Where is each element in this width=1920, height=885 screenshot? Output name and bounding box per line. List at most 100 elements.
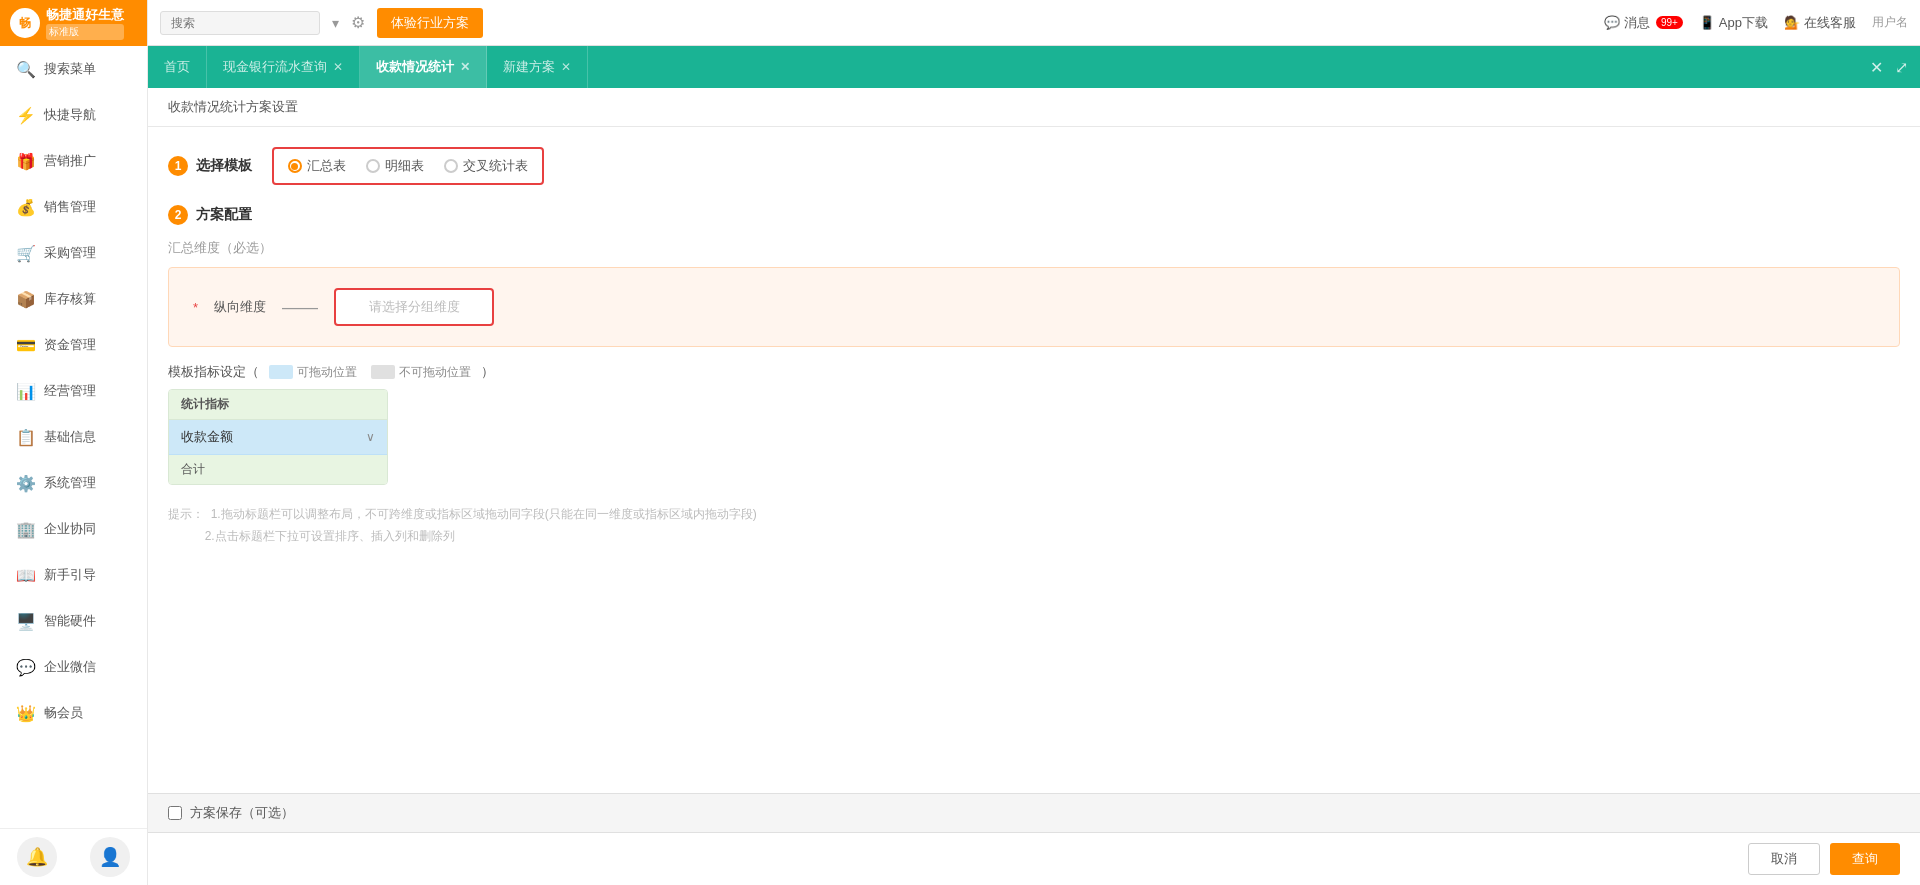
logo-icon: 畅 [10, 8, 40, 38]
step1-title: 选择模板 [196, 157, 252, 175]
step1-section: 1 选择模板 汇总表 明细表 [168, 147, 1900, 185]
sidebar-item-member[interactable]: 👑 畅会员 [0, 690, 147, 736]
page-footer: 方案保存（可选） [148, 793, 1920, 832]
step1-number: 1 [168, 156, 188, 176]
legend-nodrag: 不可拖动位置 [371, 364, 471, 381]
sidebar-footer-btn-1[interactable]: 🔔 [17, 837, 57, 877]
sidebar-item-hardware[interactable]: 🖥️ 智能硬件 [0, 598, 147, 644]
sidebar-footer-btn-2[interactable]: 👤 [90, 837, 130, 877]
sidebar-item-wechat[interactable]: 💬 企业微信 [0, 644, 147, 690]
radio-detail-label: 明细表 [385, 157, 424, 175]
logo-badge: 标准版 [46, 24, 124, 40]
sidebar-item-guide[interactable]: 📖 新手引导 [0, 552, 147, 598]
legend-drag-label: 可拖动位置 [297, 364, 357, 381]
radio-cross-circle [444, 159, 458, 173]
online-service-label: 在线客服 [1804, 14, 1856, 32]
sidebar-item-label: 资金管理 [44, 336, 96, 354]
enterprise-icon: 🏢 [16, 520, 36, 539]
sidebar-item-label: 企业微信 [44, 658, 96, 676]
online-service-icon: 💁 [1784, 15, 1800, 30]
indicator-header: 模板指标设定（ 可拖动位置 不可拖动位置 ） [168, 363, 1900, 381]
dimension-select-placeholder: 请选择分组维度 [369, 298, 460, 316]
tab-new-plan-label: 新建方案 [503, 58, 555, 76]
legend-nodrag-box [371, 365, 395, 379]
indicator-table-header: 统计指标 [169, 390, 387, 420]
sidebar-item-label: 营销推广 [44, 152, 96, 170]
sidebar-nav: 🔍 搜索菜单 ⚡ 快捷导航 🎁 营销推广 💰 销售管理 🛒 采购管理 📦 库存核… [0, 46, 147, 828]
sidebar-item-label: 畅会员 [44, 704, 83, 722]
tab-collection-stat[interactable]: 收款情况统计 ✕ [360, 46, 487, 88]
online-service-item[interactable]: 💁 在线客服 [1784, 14, 1856, 32]
indicator-table: 统计指标 收款金额 ∨ 合计 [168, 389, 388, 485]
dimension-select[interactable]: 请选择分组维度 [334, 288, 494, 326]
sidebar-item-system[interactable]: ⚙️ 系统管理 [0, 460, 147, 506]
sidebar-item-label: 销售管理 [44, 198, 96, 216]
topbar-right: 💬 消息 99+ 📱 App下载 💁 在线客服 用户名 [1604, 14, 1908, 32]
tab-bank-flow-close[interactable]: ✕ [333, 60, 343, 74]
sidebar-item-finance[interactable]: 💳 资金管理 [0, 322, 147, 368]
indicator-cell-chevron[interactable]: ∨ [366, 430, 375, 444]
dimension-required-mark: * [193, 300, 198, 315]
notification-item[interactable]: 💬 消息 99+ [1604, 14, 1683, 32]
radio-detail-circle [366, 159, 380, 173]
tab-home[interactable]: 首页 [148, 46, 207, 88]
sidebar-item-label: 系统管理 [44, 474, 96, 492]
tab-new-plan[interactable]: 新建方案 ✕ [487, 46, 588, 88]
sidebar-item-marketing[interactable]: 🎁 营销推广 [0, 138, 147, 184]
legend-drag-box [269, 365, 293, 379]
legend-nodrag-label: 不可拖动位置 [399, 364, 471, 381]
radio-summary[interactable]: 汇总表 [288, 157, 346, 175]
sidebar-item-purchase[interactable]: 🛒 采购管理 [0, 230, 147, 276]
trial-button[interactable]: 体验行业方案 [377, 8, 483, 38]
app-download-item[interactable]: 📱 App下载 [1699, 14, 1768, 32]
sidebar-logo: 畅 畅捷通好生意 标准版 [0, 0, 147, 46]
dimension-section-label: 汇总维度（必选） [168, 239, 1900, 257]
sidebar-item-sales[interactable]: 💰 销售管理 [0, 184, 147, 230]
wechat-icon: 💬 [16, 658, 36, 677]
main-area: ▾ ⚙ 体验行业方案 💬 消息 99+ 📱 App下载 💁 在线客服 用户名 首… [148, 0, 1920, 885]
indicator-cell-collection[interactable]: 收款金额 ∨ [169, 420, 387, 455]
sidebar-item-quick-nav[interactable]: ⚡ 快捷导航 [0, 92, 147, 138]
indicator-subtotal: 合计 [169, 455, 387, 484]
sidebar-footer: 🔔 👤 [0, 828, 147, 885]
indicator-section: 模板指标设定（ 可拖动位置 不可拖动位置 ） [168, 363, 1900, 488]
tab-collection-stat-close[interactable]: ✕ [460, 60, 470, 74]
sidebar-item-base-info[interactable]: 📋 基础信息 [0, 414, 147, 460]
sidebar-item-search[interactable]: 🔍 搜索菜单 [0, 46, 147, 92]
base-info-icon: 📋 [16, 428, 36, 447]
save-plan-checkbox[interactable] [168, 806, 182, 820]
tab-bank-flow[interactable]: 现金银行流水查询 ✕ [207, 46, 360, 88]
hint-1: 提示： 1.拖动标题栏可以调整布局，不可跨维度或指标区域拖动同字段(只能在同一维… [168, 504, 1900, 526]
operation-icon: 📊 [16, 382, 36, 401]
topbar: ▾ ⚙ 体验行业方案 💬 消息 99+ 📱 App下载 💁 在线客服 用户名 [148, 0, 1920, 46]
sidebar-item-inventory[interactable]: 📦 库存核算 [0, 276, 147, 322]
topbar-dropdown-icon[interactable]: ▾ [332, 15, 339, 31]
sales-icon: 💰 [16, 198, 36, 217]
template-radio-group: 汇总表 明细表 交叉统计表 [272, 147, 544, 185]
dimension-vertical-label: 纵向维度 [214, 298, 266, 316]
page-header-title: 收款情况统计方案设置 [168, 99, 298, 114]
query-button[interactable]: 查询 [1830, 843, 1900, 875]
radio-cross[interactable]: 交叉统计表 [444, 157, 528, 175]
sidebar: 畅 畅捷通好生意 标准版 🔍 搜索菜单 ⚡ 快捷导航 🎁 营销推广 💰 销售管理… [0, 0, 148, 885]
cancel-button[interactable]: 取消 [1748, 843, 1820, 875]
marketing-icon: 🎁 [16, 152, 36, 171]
quick-nav-icon: ⚡ [16, 106, 36, 125]
topbar-gear-icon[interactable]: ⚙ [351, 13, 365, 32]
dimension-row: * 纵向维度 —— 请选择分组维度 [193, 288, 1875, 326]
tabs-close-btn[interactable]: ✕ [1870, 58, 1883, 77]
radio-cross-label: 交叉统计表 [463, 157, 528, 175]
tabs-expand-btn[interactable]: ⤢ [1895, 58, 1908, 77]
step2-section: 2 方案配置 汇总维度（必选） * 纵向维度 —— 请选择分组维度 [168, 205, 1900, 547]
hint-area: 提示： 1.拖动标题栏可以调整布局，不可跨维度或指标区域拖动同字段(只能在同一维… [168, 504, 1900, 547]
dimension-area: * 纵向维度 —— 请选择分组维度 [168, 267, 1900, 347]
tab-new-plan-close[interactable]: ✕ [561, 60, 571, 74]
notification-label: 消息 [1624, 14, 1650, 32]
radio-detail[interactable]: 明细表 [366, 157, 424, 175]
topbar-search-input[interactable] [160, 11, 320, 35]
tabs: 首页 现金银行流水查询 ✕ 收款情况统计 ✕ 新建方案 ✕ ✕ ⤢ [148, 46, 1920, 88]
sidebar-item-operation[interactable]: 📊 经营管理 [0, 368, 147, 414]
indicator-legend: 可拖动位置 不可拖动位置 [269, 364, 471, 381]
indicator-header-suffix: ） [481, 363, 494, 381]
sidebar-item-enterprise[interactable]: 🏢 企业协同 [0, 506, 147, 552]
